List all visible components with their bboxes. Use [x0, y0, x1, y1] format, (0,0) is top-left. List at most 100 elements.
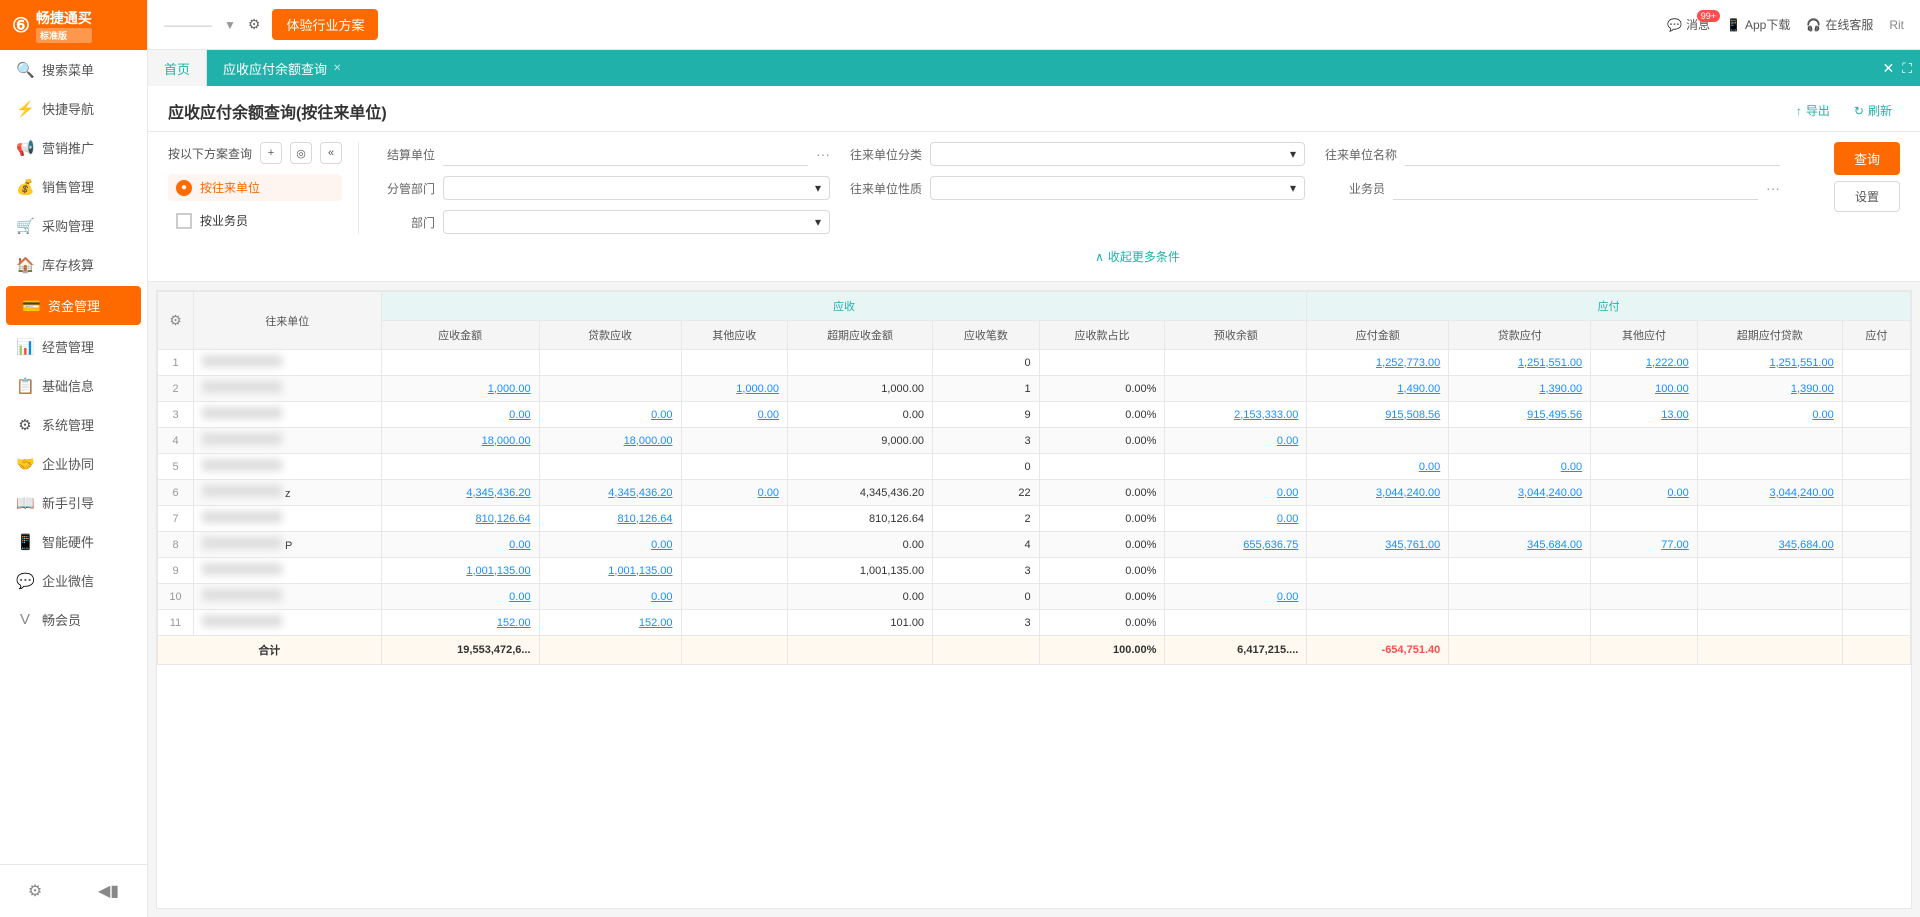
row-cq-yf[interactable] — [1697, 428, 1842, 454]
row-qt-yf[interactable] — [1591, 558, 1698, 584]
row-dk-ys[interactable] — [539, 350, 681, 376]
filter-add-icon[interactable]: + — [260, 142, 282, 164]
dept-select[interactable]: ▾ — [443, 210, 830, 234]
sidebar-item-inventory[interactable]: 🏠 库存核算 — [0, 245, 147, 284]
settings-bottom-icon[interactable]: ⚙ — [20, 873, 50, 909]
row-yingshou-je[interactable]: 18,000.00 — [381, 428, 539, 454]
row-yingfu-je[interactable] — [1307, 428, 1449, 454]
row-yingfu-je[interactable] — [1307, 506, 1449, 532]
row-dk-yf[interactable]: 0.00 — [1449, 454, 1591, 480]
row-cq-yf[interactable] — [1697, 454, 1842, 480]
row-cq-yf[interactable] — [1697, 506, 1842, 532]
row-yingfu-je[interactable] — [1307, 558, 1449, 584]
tab-close-window-icon[interactable]: ✕ — [1882, 60, 1894, 77]
row-yushou-ye[interactable]: 655,636.75 — [1165, 532, 1307, 558]
row-qt-yf[interactable] — [1591, 454, 1698, 480]
row-yingfu-je[interactable]: 345,761.00 — [1307, 532, 1449, 558]
row-yushou-ye[interactable] — [1165, 558, 1307, 584]
jiesuan-unit-dots[interactable]: ··· — [816, 146, 830, 162]
sidebar-item-vip[interactable]: V 畅会员 — [0, 600, 147, 639]
row-qt-yf[interactable] — [1591, 584, 1698, 610]
row-yingshou-je[interactable]: 810,126.64 — [381, 506, 539, 532]
distribution-dept-select[interactable]: ▾ — [443, 176, 830, 200]
row-dk-yf[interactable]: 1,390.00 — [1449, 376, 1591, 402]
row-yushou-ye[interactable]: 0.00 — [1165, 584, 1307, 610]
row-qt-ys[interactable] — [681, 506, 788, 532]
settings-button[interactable]: 设置 — [1834, 181, 1900, 212]
row-yingshou-je[interactable]: 4,345,436.20 — [381, 480, 539, 506]
row-qt-yf[interactable]: 1,222.00 — [1591, 350, 1698, 376]
refresh-button[interactable]: ↻ 刷新 — [1846, 98, 1900, 123]
row-cq-yf[interactable] — [1697, 558, 1842, 584]
row-qt-ys[interactable] — [681, 454, 788, 480]
row-yingshou-je[interactable]: 0.00 — [381, 584, 539, 610]
sidebar-item-purchase[interactable]: 🛒 采购管理 — [0, 206, 147, 245]
row-yingfu-je[interactable]: 0.00 — [1307, 454, 1449, 480]
row-yingshou-je[interactable]: 1,000.00 — [381, 376, 539, 402]
row-yushou-ye[interactable] — [1165, 376, 1307, 402]
row-yushou-ye[interactable]: 2,153,333.00 — [1165, 402, 1307, 428]
tab-ar-ap-query[interactable]: 应收应付余额查询 ✕ — [207, 50, 357, 86]
row-yushou-ye[interactable]: 0.00 — [1165, 480, 1307, 506]
unit-nature-select[interactable]: ▾ — [930, 176, 1305, 200]
row-dk-yf[interactable]: 915,495.56 — [1449, 402, 1591, 428]
row-yushou-ye[interactable] — [1165, 350, 1307, 376]
row-yushou-ye[interactable] — [1165, 610, 1307, 636]
row-yingshou-je[interactable]: 1,001,135.00 — [381, 558, 539, 584]
sidebar-item-management[interactable]: 📊 经营管理 — [0, 327, 147, 366]
row-cq-yf[interactable]: 345,684.00 — [1697, 532, 1842, 558]
row-qt-yf[interactable]: 77.00 — [1591, 532, 1698, 558]
row-cq-yf[interactable]: 3,044,240.00 — [1697, 480, 1842, 506]
row-dk-ys[interactable]: 4,345,436.20 — [539, 480, 681, 506]
col-settings[interactable]: ⚙ — [158, 292, 194, 350]
row-yingfu-je[interactable]: 915,508.56 — [1307, 402, 1449, 428]
row-dk-yf[interactable]: 3,044,240.00 — [1449, 480, 1591, 506]
sidebar-item-quick-nav[interactable]: ⚡ 快捷导航 — [0, 89, 147, 128]
sidebar-item-search[interactable]: 🔍 搜索菜单 — [0, 50, 147, 89]
tab-home[interactable]: 首页 — [148, 50, 207, 86]
row-dk-yf[interactable] — [1449, 558, 1591, 584]
row-yingfu-je[interactable]: 3,044,240.00 — [1307, 480, 1449, 506]
app-download-button[interactable]: 📱 App下载 — [1726, 16, 1790, 33]
row-cq-yf[interactable] — [1697, 610, 1842, 636]
row-yingfu-je[interactable]: 1,490.00 — [1307, 376, 1449, 402]
query-button[interactable]: 查询 — [1834, 142, 1900, 175]
row-qt-ys[interactable]: 1,000.00 — [681, 376, 788, 402]
row-qt-ys[interactable] — [681, 350, 788, 376]
chevron-down-icon[interactable]: ▼ — [224, 18, 236, 32]
row-qt-yf[interactable]: 100.00 — [1591, 376, 1698, 402]
filter-collapse-left-icon[interactable]: « — [320, 142, 342, 164]
row-dk-ys[interactable]: 810,126.64 — [539, 506, 681, 532]
row-dk-ys[interactable]: 0.00 — [539, 584, 681, 610]
sidebar-item-hardware[interactable]: 📱 智能硬件 — [0, 522, 147, 561]
row-cq-yf[interactable] — [1697, 584, 1842, 610]
sidebar-item-sales[interactable]: 💰 销售管理 — [0, 167, 147, 206]
row-qt-ys[interactable] — [681, 558, 788, 584]
row-dk-ys[interactable]: 1,001,135.00 — [539, 558, 681, 584]
export-button[interactable]: ↑ 导出 — [1788, 98, 1838, 123]
row-qt-ys[interactable]: 0.00 — [681, 480, 788, 506]
row-yingfu-je[interactable]: 1,252,773.00 — [1307, 350, 1449, 376]
unit-name-input[interactable] — [1405, 143, 1780, 166]
row-qt-yf[interactable]: 13.00 — [1591, 402, 1698, 428]
row-yushou-ye[interactable] — [1165, 454, 1307, 480]
row-dk-yf[interactable] — [1449, 610, 1591, 636]
row-qt-ys[interactable] — [681, 428, 788, 454]
gear-icon[interactable]: ⚙ — [248, 16, 261, 33]
message-button[interactable]: 💬 消息 99+ — [1667, 16, 1710, 33]
row-qt-ys[interactable] — [681, 584, 788, 610]
sidebar-item-system[interactable]: ⚙ 系统管理 — [0, 405, 147, 444]
jiesuan-unit-input[interactable] — [443, 143, 808, 166]
row-yingfu-je[interactable] — [1307, 584, 1449, 610]
row-dk-ys[interactable] — [539, 376, 681, 402]
row-cq-yf[interactable]: 1,251,551.00 — [1697, 350, 1842, 376]
row-yingfu-je[interactable] — [1307, 610, 1449, 636]
row-qt-yf[interactable] — [1591, 428, 1698, 454]
row-qt-ys[interactable]: 0.00 — [681, 402, 788, 428]
tab-close-icon[interactable]: ✕ — [333, 63, 341, 74]
row-qt-yf[interactable]: 0.00 — [1591, 480, 1698, 506]
row-dk-ys[interactable]: 152.00 — [539, 610, 681, 636]
row-yingshou-je[interactable]: 0.00 — [381, 532, 539, 558]
row-yingshou-je[interactable] — [381, 350, 539, 376]
sidebar-item-wechat[interactable]: 💬 企业微信 — [0, 561, 147, 600]
